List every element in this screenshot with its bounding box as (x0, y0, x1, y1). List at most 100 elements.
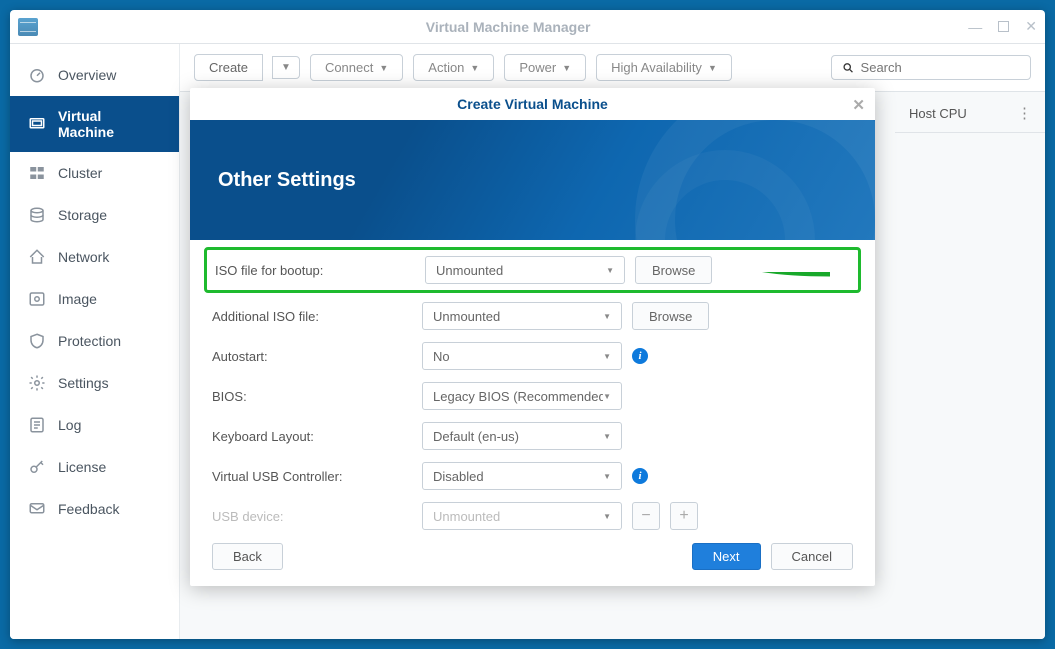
sidebar-item-label: Protection (58, 333, 121, 349)
sidebar-item-overview[interactable]: Overview (10, 54, 179, 96)
window-title: Virtual Machine Manager (48, 19, 968, 35)
sidebar-item-storage[interactable]: Storage (10, 194, 179, 236)
sidebar-item-network[interactable]: Network (10, 236, 179, 278)
sidebar-item-settings[interactable]: Settings (10, 362, 179, 404)
dialog-hero: Other Settings (190, 120, 875, 240)
usbctrl-label: Virtual USB Controller: (212, 469, 412, 484)
sidebar-item-cluster[interactable]: Cluster (10, 152, 179, 194)
bios-select[interactable]: Legacy BIOS (Recommended)▼ (422, 382, 622, 410)
connect-button[interactable]: Connect▼ (310, 54, 403, 81)
dialog-close-icon[interactable]: ✕ (852, 96, 865, 114)
sidebar-item-label: Image (58, 291, 97, 307)
search-input[interactable] (861, 60, 1020, 75)
ha-button[interactable]: High Availability▼ (596, 54, 732, 81)
chevron-down-icon: ▼ (603, 432, 611, 441)
close-icon[interactable]: ✕ (1025, 18, 1037, 35)
shield-icon (28, 332, 46, 350)
info-icon[interactable]: i (632, 468, 648, 484)
column-menu-icon[interactable]: ⋮ (1017, 104, 1031, 122)
keyboard-label: Keyboard Layout: (212, 429, 412, 444)
row-bios: BIOS: Legacy BIOS (Recommended)▼ (212, 376, 853, 416)
sidebar: Overview Virtual Machine Cluster Storage… (10, 44, 180, 639)
app-window: Virtual Machine Manager — ✕ Overview Vir… (10, 10, 1045, 639)
sidebar-item-image[interactable]: Image (10, 278, 179, 320)
dialog-footer: Back Next Cancel (190, 531, 875, 586)
iso-bootup-label: ISO file for bootup: (215, 263, 415, 278)
keyboard-select[interactable]: Default (en-us)▼ (422, 422, 622, 450)
window-controls: — ✕ (968, 18, 1037, 35)
sidebar-item-label: Cluster (58, 165, 102, 181)
next-button[interactable]: Next (692, 543, 761, 570)
sidebar-item-label: Feedback (58, 501, 119, 517)
chevron-down-icon: ▼ (603, 312, 611, 321)
maximize-icon[interactable] (998, 21, 1009, 32)
create-dropdown[interactable]: ▼ (272, 56, 300, 79)
row-usb-controller: Virtual USB Controller: Disabled▼ i (212, 456, 853, 496)
sidebar-item-virtual-machine[interactable]: Virtual Machine (10, 96, 179, 152)
usbdev-select: Unmounted▼ (422, 502, 622, 530)
sidebar-item-label: Virtual Machine (58, 108, 161, 140)
storage-icon (28, 206, 46, 224)
iso-additional-label: Additional ISO file: (212, 309, 412, 324)
row-usb-device: USB device: Unmounted▼ − + (212, 496, 853, 531)
dialog-body: ISO file for bootup: Unmounted▼ Browse A… (190, 240, 875, 531)
gauge-icon (28, 66, 46, 84)
chevron-down-icon: ▼ (603, 472, 611, 481)
sidebar-item-protection[interactable]: Protection (10, 320, 179, 362)
add-usb-button[interactable]: + (670, 502, 698, 530)
search-icon (842, 61, 855, 75)
chevron-down-icon: ▼ (606, 266, 614, 275)
sidebar-item-label: Overview (58, 67, 116, 83)
iso-bootup-browse-button[interactable]: Browse (635, 256, 712, 284)
row-iso-bootup: ISO file for bootup: Unmounted▼ Browse (204, 247, 861, 293)
search-field[interactable] (831, 55, 1031, 80)
titlebar: Virtual Machine Manager — ✕ (10, 10, 1045, 44)
usbctrl-select[interactable]: Disabled▼ (422, 462, 622, 490)
log-icon (28, 416, 46, 434)
autostart-label: Autostart: (212, 349, 412, 364)
sidebar-item-label: License (58, 459, 106, 475)
remove-usb-button[interactable]: − (632, 502, 660, 530)
row-keyboard: Keyboard Layout: Default (en-us)▼ (212, 416, 853, 456)
create-button[interactable]: Create (194, 54, 263, 81)
row-autostart: Autostart: No▼ i (212, 336, 853, 376)
key-icon (28, 458, 46, 476)
sidebar-item-label: Settings (58, 375, 109, 391)
back-button[interactable]: Back (212, 543, 283, 570)
chevron-down-icon: ▼ (562, 63, 571, 73)
iso-bootup-select[interactable]: Unmounted▼ (425, 256, 625, 284)
cancel-button[interactable]: Cancel (771, 543, 853, 570)
toolbar: Create ▼ Connect▼ Action▼ Power▼ High Ava… (180, 44, 1045, 92)
sidebar-item-label: Storage (58, 207, 107, 223)
create-vm-dialog: Create Virtual Machine ✕ Other Settings … (190, 88, 875, 586)
dialog-heading: Other Settings (218, 169, 356, 192)
iso-additional-browse-button[interactable]: Browse (632, 302, 709, 330)
cluster-icon (28, 164, 46, 182)
usbdev-label: USB device: (212, 509, 412, 524)
chevron-down-icon: ▼ (603, 352, 611, 361)
autostart-select[interactable]: No▼ (422, 342, 622, 370)
image-icon (28, 290, 46, 308)
bios-label: BIOS: (212, 389, 412, 404)
app-icon (18, 18, 38, 36)
row-iso-additional: Additional ISO file: Unmounted▼ Browse (212, 296, 853, 336)
chevron-down-icon: ▼ (603, 512, 611, 521)
minimize-icon[interactable]: — (968, 19, 982, 35)
iso-additional-select[interactable]: Unmounted▼ (422, 302, 622, 330)
vm-icon (28, 115, 46, 133)
dialog-title: Create Virtual Machine ✕ (190, 88, 875, 120)
chevron-down-icon: ▼ (603, 392, 611, 401)
sidebar-item-license[interactable]: License (10, 446, 179, 488)
sidebar-item-label: Network (58, 249, 109, 265)
info-icon[interactable]: i (632, 348, 648, 364)
sidebar-item-log[interactable]: Log (10, 404, 179, 446)
action-button[interactable]: Action▼ (413, 54, 494, 81)
sidebar-item-feedback[interactable]: Feedback (10, 488, 179, 530)
sidebar-item-label: Log (58, 417, 81, 433)
feedback-icon (28, 500, 46, 518)
power-button[interactable]: Power▼ (504, 54, 586, 81)
chevron-down-icon: ▼ (379, 63, 388, 73)
chevron-down-icon: ▼ (708, 63, 717, 73)
gear-icon (28, 374, 46, 392)
column-host-cpu[interactable]: Host CPU ⋮ (895, 94, 1045, 133)
